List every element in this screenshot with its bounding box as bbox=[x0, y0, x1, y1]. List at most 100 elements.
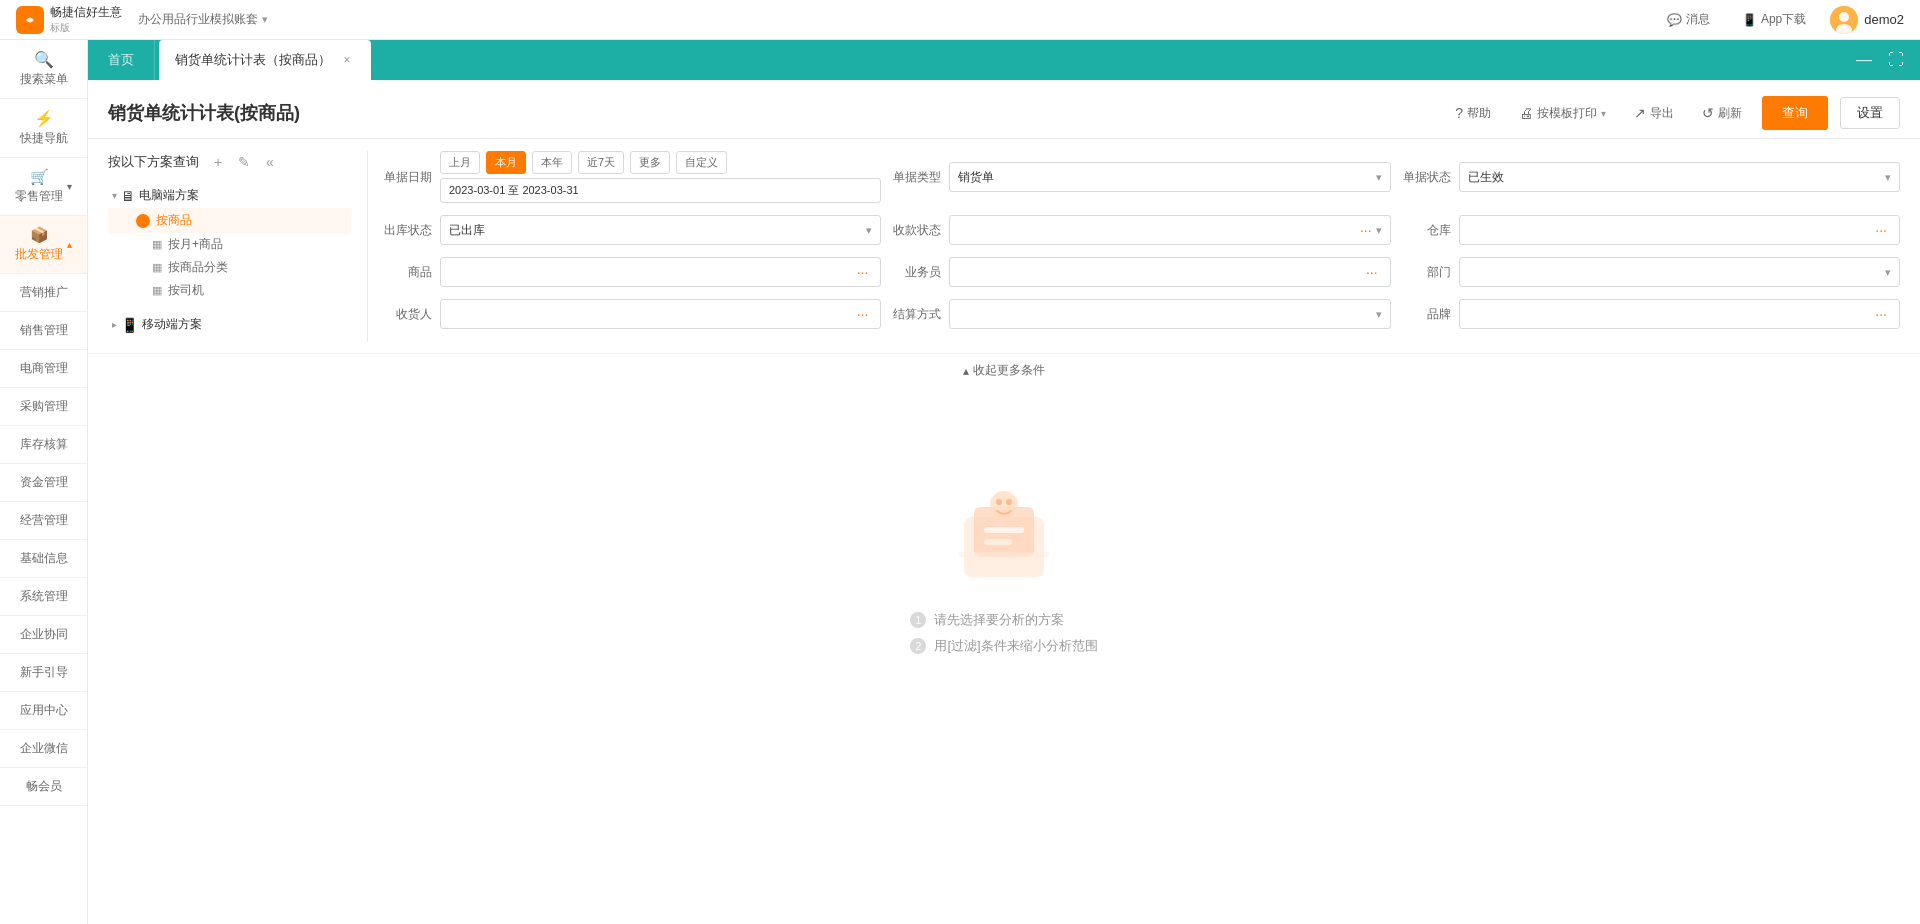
out-status-label: 出库状态 bbox=[384, 222, 432, 239]
user-info-area[interactable]: demo2 bbox=[1830, 6, 1904, 34]
page-title: 销货单统计计表(按商品) bbox=[108, 101, 300, 125]
payment-status-selector[interactable]: ··· ▾ bbox=[949, 215, 1390, 245]
sidebar-member-label: 畅会员 bbox=[4, 778, 83, 795]
date-btn-more[interactable]: 更多 bbox=[630, 151, 670, 174]
sidebar-item-enterprise[interactable]: 企业协同 bbox=[0, 616, 87, 654]
sidebar-item-marketing[interactable]: 营销推广 bbox=[0, 274, 87, 312]
brand-selector[interactable]: ··· bbox=[1459, 299, 1900, 329]
settings-button[interactable]: 设置 bbox=[1840, 97, 1900, 129]
payment-method-selector[interactable]: ▾ bbox=[949, 299, 1390, 329]
export-button[interactable]: ↗ 导出 bbox=[1626, 101, 1682, 126]
doc-status-field: 单据状态 已生效 ▾ bbox=[1403, 162, 1900, 192]
mobile-group-label[interactable]: ▸ 📱 移动端方案 bbox=[108, 312, 351, 337]
sidebar-item-retail[interactable]: 🛒 零售管理 ▾ bbox=[0, 158, 87, 216]
mobile-scheme-group: ▸ 📱 移动端方案 bbox=[108, 304, 351, 339]
sidebar-item-search[interactable]: 🔍 搜索菜单 bbox=[0, 40, 87, 99]
sidebar-inventory-label: 库存核算 bbox=[4, 436, 83, 453]
sidebar-item-wechat[interactable]: 企业微信 bbox=[0, 730, 87, 768]
help-button[interactable]: ? 帮助 bbox=[1447, 101, 1499, 126]
workspace-selector[interactable]: 办公用品行业模拟账套 ▾ bbox=[130, 7, 276, 32]
main-layout: 🔍 搜索菜单 ⚡ 快捷导航 🛒 零售管理 ▾ 📦 批发管理 ▴ 营销推广 销售管… bbox=[0, 40, 1920, 924]
brand-label: 品牌 bbox=[1403, 306, 1451, 323]
sidebar-retail-label: 零售管理 bbox=[15, 188, 63, 205]
salesperson-dots-icon[interactable]: ··· bbox=[1362, 264, 1382, 280]
sidebar-wholesale-label: 批发管理 bbox=[15, 246, 63, 263]
sidebar-item-basic-info[interactable]: 基础信息 bbox=[0, 540, 87, 578]
desktop-group-text: 电脑端方案 bbox=[139, 187, 199, 204]
tip-text-1: 请先选择要分析的方案 bbox=[934, 611, 1064, 629]
department-selector[interactable]: ▾ bbox=[1459, 257, 1900, 287]
sidebar-item-system[interactable]: 系统管理 bbox=[0, 578, 87, 616]
app-download-button[interactable]: 📱 App下载 bbox=[1734, 7, 1814, 32]
sidebar-enterprise-label: 企业协同 bbox=[4, 626, 83, 643]
warehouse-field: 仓库 ··· bbox=[1403, 215, 1900, 245]
tab-home[interactable]: 首页 bbox=[88, 40, 155, 80]
mobile-group-arrow-icon: ▸ bbox=[112, 319, 117, 330]
warehouse-dots-icon[interactable]: ··· bbox=[1871, 222, 1891, 238]
scheme-add-button[interactable]: + bbox=[207, 151, 229, 173]
sidebar-item-newuser[interactable]: 新手引导 bbox=[0, 654, 87, 692]
scheme-item-by-month-product[interactable]: ▦ 按月+商品 bbox=[108, 233, 351, 256]
warehouse-selector[interactable]: ··· bbox=[1459, 215, 1900, 245]
scheme-item-by-category[interactable]: ▦ 按商品分类 bbox=[108, 256, 351, 279]
date-btn-this-month[interactable]: 本月 bbox=[486, 151, 526, 174]
date-btn-custom[interactable]: 自定义 bbox=[676, 151, 727, 174]
receiver-field: 收货人 ··· bbox=[384, 299, 881, 329]
query-button[interactable]: 查询 bbox=[1762, 96, 1828, 130]
sidebar-item-ecommerce[interactable]: 电商管理 bbox=[0, 350, 87, 388]
tab-maximize-button[interactable]: ⛶ bbox=[1884, 47, 1908, 73]
sidebar-quicknav-label: 快捷导航 bbox=[4, 130, 83, 147]
scheme-item-by-driver[interactable]: ▦ 按司机 bbox=[108, 279, 351, 302]
payment-status-dots-icon[interactable]: ··· bbox=[1356, 222, 1376, 238]
receiver-dots-icon[interactable]: ··· bbox=[853, 306, 873, 322]
receiver-selector[interactable]: ··· bbox=[440, 299, 881, 329]
sidebar-item-appcenter[interactable]: 应用中心 bbox=[0, 692, 87, 730]
doc-type-selector[interactable]: 销货单 ▾ bbox=[949, 162, 1390, 192]
date-btn-last-month[interactable]: 上月 bbox=[440, 151, 480, 174]
payment-method-chevron-icon: ▾ bbox=[1376, 308, 1382, 321]
tab-active-report[interactable]: 销货单统计计表（按商品） × bbox=[159, 40, 371, 80]
date-field: 单据日期 上月 本月 本年 近7天 更多 自定义 bbox=[384, 151, 881, 203]
collapse-bar[interactable]: ▴ 收起更多条件 bbox=[88, 353, 1920, 387]
scheme-title: 按以下方案查询 bbox=[108, 153, 199, 171]
date-btn-this-year[interactable]: 本年 bbox=[532, 151, 572, 174]
sidebar-item-sales[interactable]: 销售管理 bbox=[0, 312, 87, 350]
desktop-group-label[interactable]: ▾ 🖥 电脑端方案 bbox=[108, 183, 351, 208]
doc-status-chevron-icon: ▾ bbox=[1885, 171, 1891, 184]
sidebar-item-inventory[interactable]: 库存核算 bbox=[0, 426, 87, 464]
header-right: 💬 消息 📱 App下载 demo2 bbox=[1659, 6, 1904, 34]
svg-point-10 bbox=[1006, 499, 1012, 505]
product-label: 商品 bbox=[384, 264, 432, 281]
sidebar-item-purchase[interactable]: 采购管理 bbox=[0, 388, 87, 426]
filter-scheme-panel: 按以下方案查询 + ✎ « bbox=[108, 151, 368, 341]
date-btn-last-7-days[interactable]: 近7天 bbox=[578, 151, 624, 174]
scheme-item-by-product[interactable]: 按商品 bbox=[108, 208, 351, 233]
product-selector[interactable]: ··· bbox=[440, 257, 881, 287]
brand-dots-icon[interactable]: ··· bbox=[1871, 306, 1891, 322]
date-label: 单据日期 bbox=[384, 169, 432, 186]
sidebar-item-quicknav[interactable]: ⚡ 快捷导航 bbox=[0, 99, 87, 158]
scheme-add-icon: + bbox=[214, 154, 222, 170]
workspace-chevron-icon: ▾ bbox=[262, 13, 268, 26]
refresh-button[interactable]: ↺ 刷新 bbox=[1694, 101, 1750, 126]
workspace-label: 办公用品行业模拟账套 bbox=[138, 11, 258, 28]
sidebar-item-member[interactable]: 畅会员 bbox=[0, 768, 87, 806]
wholesale-expand-icon: ▴ bbox=[67, 239, 72, 250]
messages-button[interactable]: 💬 消息 bbox=[1659, 7, 1718, 32]
date-range-display[interactable]: 2023-03-01 至 2023-03-31 bbox=[440, 178, 881, 203]
doc-status-selector[interactable]: 已生效 ▾ bbox=[1459, 162, 1900, 192]
salesperson-selector[interactable]: ··· bbox=[949, 257, 1390, 287]
sidebar-item-operations[interactable]: 经营管理 bbox=[0, 502, 87, 540]
scheme-collapse-button[interactable]: « bbox=[259, 151, 281, 173]
tab-minimize-button[interactable]: — bbox=[1852, 47, 1876, 73]
sidebar-item-finance[interactable]: 资金管理 bbox=[0, 464, 87, 502]
page-header: 销货单统计计表(按商品) ? 帮助 🖨 按模板打印 ▾ ↗ bbox=[88, 80, 1920, 139]
product-dots-icon[interactable]: ··· bbox=[853, 264, 873, 280]
mobile-group-text: 移动端方案 bbox=[142, 316, 202, 333]
template-print-button[interactable]: 🖨 按模板打印 ▾ bbox=[1511, 101, 1614, 126]
svg-rect-11 bbox=[959, 552, 1049, 557]
tab-close-button[interactable]: × bbox=[339, 52, 355, 68]
out-status-selector[interactable]: 已出库 ▾ bbox=[440, 215, 881, 245]
scheme-edit-button[interactable]: ✎ bbox=[233, 151, 255, 173]
sidebar-item-wholesale[interactable]: 📦 批发管理 ▴ bbox=[0, 216, 87, 274]
